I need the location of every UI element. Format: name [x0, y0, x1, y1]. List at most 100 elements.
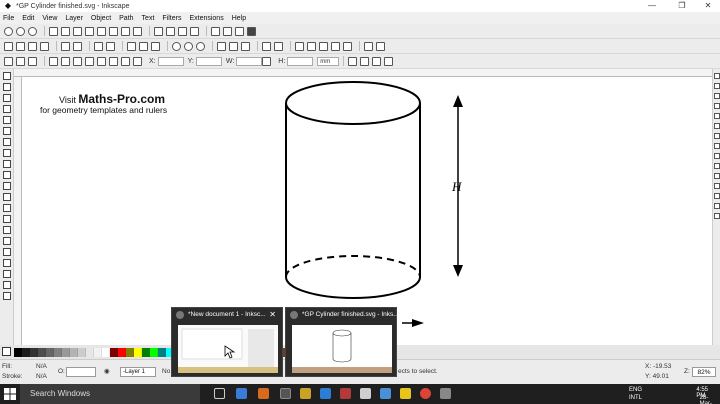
edge-browser-icon[interactable]: [236, 388, 247, 399]
raise-icon[interactable]: [109, 56, 118, 66]
menu-filters[interactable]: Filters: [162, 15, 181, 22]
color-swatch[interactable]: [110, 347, 118, 357]
mesh-tool-icon[interactable]: [3, 270, 11, 278]
dropper-tool-icon[interactable]: [3, 281, 11, 289]
paste-icon[interactable]: [151, 41, 160, 51]
copy-icon[interactable]: [127, 41, 136, 51]
fill-stroke-icon[interactable]: [295, 41, 304, 51]
lock-proportions-icon[interactable]: [262, 56, 272, 66]
xml-editor-icon[interactable]: [331, 41, 340, 51]
app-taskbar-icon[interactable]: [440, 388, 451, 399]
minimize-button[interactable]: —: [640, 0, 664, 12]
new-document-icon[interactable]: [4, 41, 13, 51]
undo-icon[interactable]: [94, 41, 103, 51]
ellipse-tool-icon[interactable]: [3, 149, 11, 157]
app-taskbar-icon[interactable]: [360, 388, 371, 399]
color-swatch[interactable]: [78, 347, 86, 357]
scale-corners-icon[interactable]: [360, 56, 370, 66]
zoom-drawing-icon[interactable]: [184, 41, 193, 51]
zoom-selection-icon[interactable]: [172, 41, 181, 51]
color-swatch[interactable]: [142, 347, 150, 357]
snap-midpoints-icon[interactable]: [714, 163, 720, 169]
windows-start-icon[interactable]: [4, 388, 16, 400]
cylinder-bottom-front-arc[interactable]: [285, 276, 421, 299]
color-swatch[interactable]: [70, 347, 78, 357]
preferences-icon[interactable]: [364, 41, 373, 51]
inkscape-taskbar-icon[interactable]: [280, 388, 291, 399]
3d-box-tool-icon[interactable]: [3, 138, 11, 146]
tweak-tool-icon[interactable]: [3, 94, 11, 102]
unit-select[interactable]: mm: [317, 56, 340, 66]
move-patterns-icon[interactable]: [384, 56, 394, 66]
w-input[interactable]: [236, 56, 263, 66]
snap-paths-icon[interactable]: [714, 123, 720, 129]
taskbar-search-box[interactable]: Search Windows: [20, 384, 200, 404]
close-window-button[interactable]: ✕: [696, 0, 720, 12]
stroke-to-path-icon[interactable]: [190, 26, 199, 36]
show-handles-icon[interactable]: [211, 26, 220, 36]
zoom-tool-icon[interactable]: [3, 105, 11, 113]
raise-to-top-icon[interactable]: [97, 56, 106, 66]
menu-extensions[interactable]: Extensions: [189, 15, 223, 22]
rectangle-tool-icon[interactable]: [3, 127, 11, 135]
thumbnail-gp-cylinder[interactable]: *GP Cylinder finished.svg - Inks...: [285, 307, 399, 377]
snap-bbox-icon[interactable]: [714, 83, 720, 89]
bucket-tool-icon[interactable]: [3, 248, 11, 256]
color-swatch[interactable]: [54, 347, 62, 357]
text-tool-icon[interactable]: [3, 215, 11, 223]
color-swatch[interactable]: [126, 347, 134, 357]
lower-icon[interactable]: [121, 56, 130, 66]
zoom-input[interactable]: 82%: [692, 367, 716, 377]
star-tool-icon[interactable]: [3, 160, 11, 168]
menu-edit[interactable]: Edit: [22, 15, 34, 22]
app-taskbar-icon[interactable]: [300, 388, 311, 399]
y-input[interactable]: [195, 56, 222, 66]
menu-text[interactable]: Text: [142, 15, 155, 22]
thumbnail-new-document[interactable]: *New document 1 - Inksc... ✕: [171, 307, 283, 377]
color-swatch[interactable]: [30, 347, 38, 357]
color-swatch[interactable]: [158, 347, 166, 357]
select-all-icon[interactable]: [4, 56, 13, 66]
fill-value[interactable]: N/A: [36, 363, 47, 370]
open-file-icon[interactable]: [16, 41, 25, 51]
file-explorer-icon[interactable]: [400, 388, 411, 399]
app-taskbar-icon[interactable]: [340, 388, 351, 399]
h-input[interactable]: [287, 56, 314, 66]
zoom-page-icon[interactable]: [196, 41, 205, 51]
color-swatch[interactable]: [38, 347, 46, 357]
color-swatch[interactable]: [14, 347, 22, 357]
menu-layer[interactable]: Layer: [65, 15, 83, 22]
app-taskbar-icon[interactable]: [380, 388, 391, 399]
cusp-node-icon[interactable]: [97, 26, 106, 36]
curve-segment-icon[interactable]: [166, 26, 175, 36]
snap-nodes-icon[interactable]: [714, 113, 720, 119]
scale-stroke-icon[interactable]: [348, 56, 358, 66]
maximize-button[interactable]: ❐: [670, 0, 694, 12]
unlink-clone-icon[interactable]: [241, 41, 250, 51]
snap-corners-icon[interactable]: [714, 103, 720, 109]
auto-smooth-icon[interactable]: [133, 26, 142, 36]
gradient-tool-icon[interactable]: [3, 259, 11, 267]
color-swatch[interactable]: [86, 347, 94, 357]
clone-icon[interactable]: [229, 41, 238, 51]
node-editor-tool-icon[interactable]: [3, 83, 11, 91]
group-icon[interactable]: [262, 41, 271, 51]
color-swatch[interactable]: [150, 347, 158, 357]
deselect-icon[interactable]: [28, 56, 37, 66]
x-input[interactable]: [157, 56, 184, 66]
export-icon[interactable]: [73, 41, 82, 51]
color-swatch[interactable]: [22, 347, 30, 357]
move-gradients-icon[interactable]: [372, 56, 382, 66]
no-paint-swatch[interactable]: [2, 347, 11, 356]
menu-view[interactable]: View: [42, 15, 57, 22]
snap-centers-icon[interactable]: [714, 173, 720, 179]
layer-visibility-icon[interactable]: ◉: [104, 367, 110, 375]
pencil-tool-icon[interactable]: [3, 182, 11, 190]
snap-guides-icon[interactable]: [714, 213, 720, 219]
selector-tool-icon[interactable]: [3, 72, 11, 80]
ungroup-icon[interactable]: [274, 41, 283, 51]
color-swatch[interactable]: [118, 347, 126, 357]
menu-file[interactable]: File: [3, 15, 14, 22]
cut-icon[interactable]: [139, 41, 148, 51]
snap-edges-icon[interactable]: [714, 93, 720, 99]
